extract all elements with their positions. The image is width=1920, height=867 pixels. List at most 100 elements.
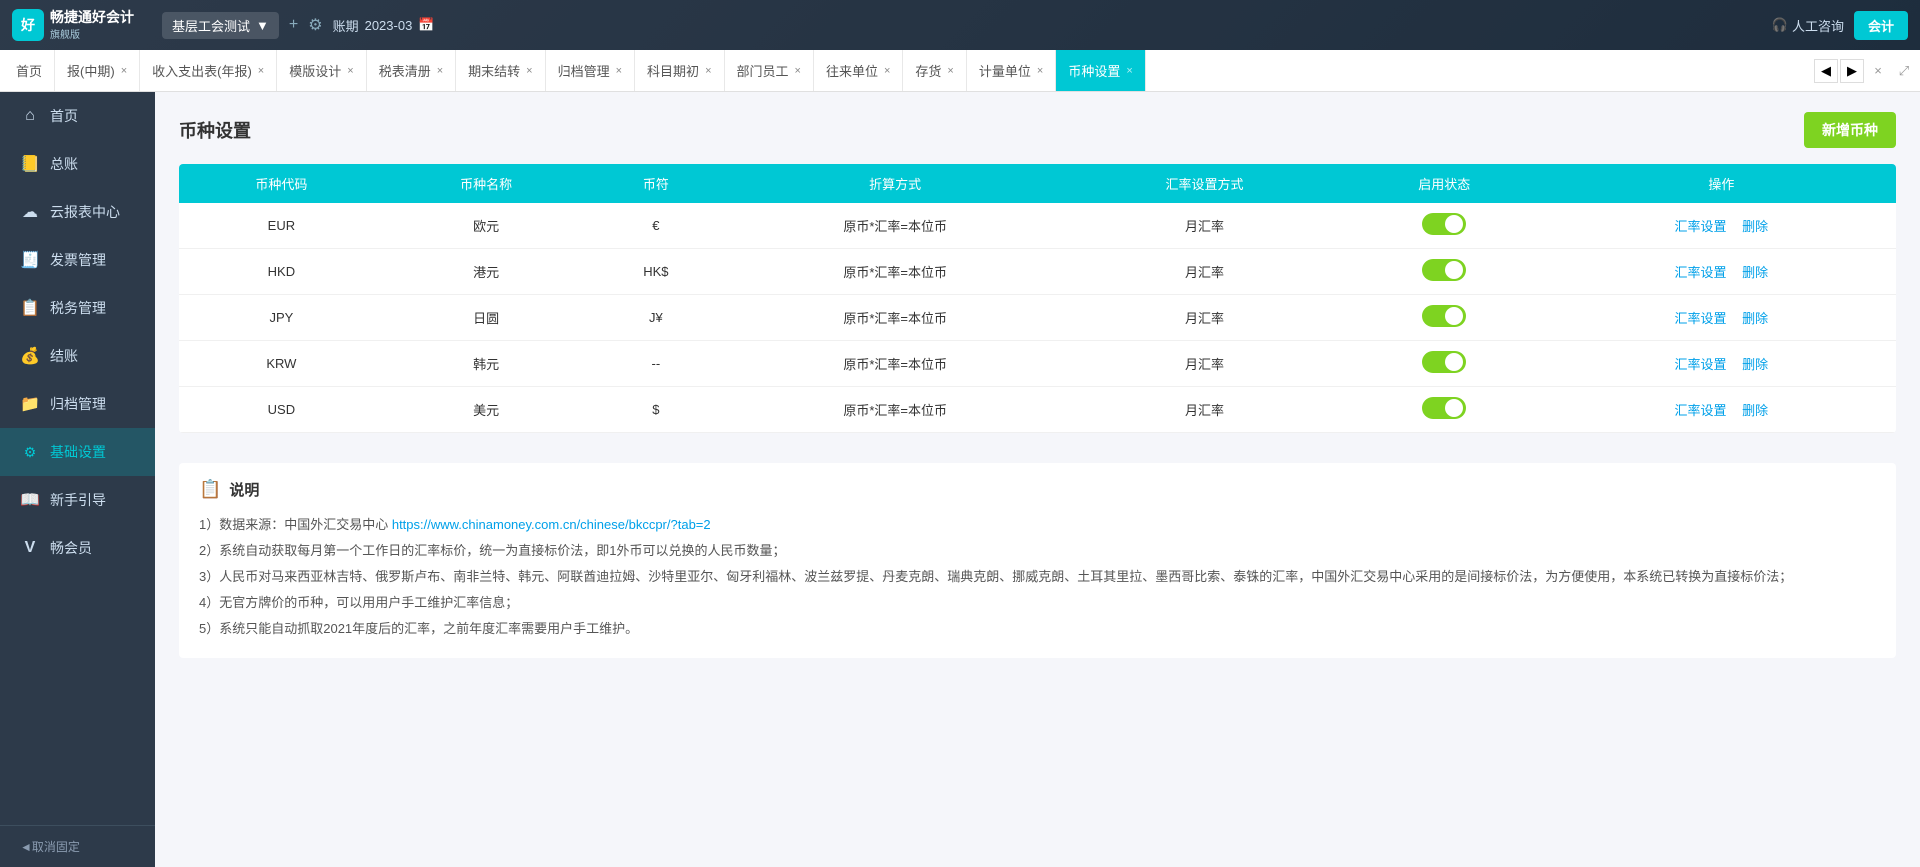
tab-income[interactable]: 收入支出表(年报) × (140, 50, 277, 92)
cell-code: EUR (179, 203, 384, 249)
cell-toggle[interactable] (1342, 203, 1547, 249)
tab-subject[interactable]: 科目期初 × (635, 50, 724, 92)
delete-link[interactable]: 删除 (1742, 265, 1768, 280)
cell-method: 原币*汇率=本位币 (723, 341, 1067, 387)
tab-inventory[interactable]: 存货 × (903, 50, 966, 92)
notes-icon: 📋 (199, 479, 221, 500)
tab-close-all-button[interactable]: × (1866, 59, 1890, 83)
cell-method: 原币*汇率=本位币 (723, 387, 1067, 433)
table-row: JPY 日圆 J¥ 原币*汇率=本位币 月汇率 汇率设置 删除 (179, 295, 1896, 341)
cell-symbol: HK$ (589, 249, 724, 295)
tab-dept-close[interactable]: × (795, 65, 801, 77)
cell-name: 欧元 (384, 203, 589, 249)
cell-actions: 汇率设置 删除 (1547, 341, 1896, 387)
tab-tax-close[interactable]: × (437, 65, 443, 77)
tab-tax[interactable]: 税表清册 × (367, 50, 456, 92)
tab-report-mid-close[interactable]: × (121, 65, 127, 77)
rate-setting-link[interactable]: 汇率设置 (1675, 403, 1727, 418)
tab-inventory-close[interactable]: × (947, 65, 953, 77)
sidebar-invoice-label: 发票管理 (50, 250, 106, 270)
cell-name: 美元 (384, 387, 589, 433)
sidebar-item-ledger[interactable]: 📒 总账 (0, 140, 155, 188)
tab-prev-button[interactable]: ◀ (1814, 59, 1838, 83)
delete-link[interactable]: 删除 (1742, 403, 1768, 418)
cell-toggle[interactable] (1342, 341, 1547, 387)
rate-setting-link[interactable]: 汇率设置 (1675, 357, 1727, 372)
tab-next-button[interactable]: ▶ (1840, 59, 1864, 83)
tab-income-close[interactable]: × (258, 65, 264, 77)
cell-toggle[interactable] (1342, 249, 1547, 295)
sidebar-item-tax[interactable]: 📋 税务管理 (0, 284, 155, 332)
tab-expand-button[interactable]: ⤢ (1892, 59, 1916, 83)
toggle-enabled[interactable] (1422, 351, 1466, 373)
notes-link[interactable]: https://www.chinamoney.com.cn/chinese/bk… (392, 517, 711, 532)
table-body: EUR 欧元 € 原币*汇率=本位币 月汇率 汇率设置 删除 HKD 港元 HK… (179, 203, 1896, 433)
rate-setting-link[interactable]: 汇率设置 (1675, 265, 1727, 280)
sidebar-item-home[interactable]: ⌂ 首页 (0, 92, 155, 140)
tab-home[interactable]: 首页 (4, 50, 55, 92)
tab-period-end[interactable]: 期末结转 × (456, 50, 545, 92)
tab-template-close[interactable]: × (347, 65, 353, 77)
calendar-icon[interactable]: 📅 (418, 17, 434, 33)
delete-link[interactable]: 删除 (1742, 219, 1768, 234)
help-label: 人工咨询 (1792, 16, 1844, 35)
period-value: 2023-03 (365, 18, 413, 33)
sidebar-item-vip[interactable]: V 畅会员 (0, 524, 155, 572)
add-tab-icon[interactable]: + (289, 16, 298, 34)
th-symbol: 币符 (589, 164, 724, 203)
cell-actions: 汇率设置 删除 (1547, 203, 1896, 249)
notes-item: 4）无官方牌价的币种，可以用用户手工维护汇率信息； (199, 590, 1876, 616)
sidebar-vip-label: 畅会员 (50, 538, 92, 558)
sidebar-item-invoice[interactable]: 🧾 发票管理 (0, 236, 155, 284)
tab-archive-close[interactable]: × (616, 65, 622, 77)
th-name: 币种名称 (384, 164, 589, 203)
tab-archive[interactable]: 归档管理 × (546, 50, 635, 92)
toggle-enabled[interactable] (1422, 213, 1466, 235)
sidebar-item-archive[interactable]: 📁 归档管理 (0, 380, 155, 428)
tab-tax-label: 税表清册 (379, 61, 431, 80)
cell-symbol: J¥ (589, 295, 724, 341)
delete-link[interactable]: 删除 (1742, 311, 1768, 326)
sidebar-item-reports[interactable]: ☁ 云报表中心 (0, 188, 155, 236)
logo-icon: 好 (12, 9, 44, 41)
toggle-enabled[interactable] (1422, 259, 1466, 281)
toggle-enabled[interactable] (1422, 397, 1466, 419)
sidebar-item-guide[interactable]: 📖 新手引导 (0, 476, 155, 524)
tab-subject-close[interactable]: × (705, 65, 711, 77)
account-button[interactable]: 会计 (1854, 11, 1908, 40)
rate-setting-link[interactable]: 汇率设置 (1675, 311, 1727, 326)
project-name: 基层工会测试 (172, 16, 250, 35)
tab-dept[interactable]: 部门员工 × (725, 50, 814, 92)
sidebar-item-basic[interactable]: ⚙ 基础设置 (0, 428, 155, 476)
period-display: 账期 2023-03 📅 (333, 16, 435, 35)
cell-toggle[interactable] (1342, 295, 1547, 341)
toggle-enabled[interactable] (1422, 305, 1466, 327)
cell-rate-type: 月汇率 (1067, 203, 1342, 249)
tab-unit[interactable]: 计量单位 × (967, 50, 1056, 92)
tab-period-end-close[interactable]: × (526, 65, 532, 77)
sidebar-item-settlement[interactable]: 💰 结账 (0, 332, 155, 380)
tab-customer[interactable]: 往来单位 × (814, 50, 903, 92)
project-selector[interactable]: 基层工会测试 ▼ (162, 12, 279, 39)
logo-text-block: 畅捷通好会计 旗舰版 (50, 9, 134, 41)
tab-report-mid[interactable]: 报(中期) × (55, 50, 140, 92)
sidebar-pin-button[interactable]: ◄取消固定 (0, 825, 155, 867)
new-currency-button[interactable]: 新增币种 (1804, 112, 1896, 148)
archive-icon: 📁 (20, 394, 40, 414)
sidebar: ⌂ 首页 📒 总账 ☁ 云报表中心 🧾 发票管理 📋 税务管理 💰 结账 📁 归… (0, 92, 155, 867)
table-row: KRW 韩元 -- 原币*汇率=本位币 月汇率 汇率设置 删除 (179, 341, 1896, 387)
pin-label: ◄取消固定 (20, 838, 80, 855)
cell-toggle[interactable] (1342, 387, 1547, 433)
tab-customer-close[interactable]: × (884, 65, 890, 77)
tab-currency-close[interactable]: × (1126, 65, 1132, 77)
tab-template[interactable]: 模版设计 × (277, 50, 366, 92)
tab-unit-close[interactable]: × (1037, 65, 1043, 77)
settings-icon[interactable]: ⚙ (308, 15, 322, 35)
tab-currency[interactable]: 币种设置 × (1056, 50, 1145, 92)
delete-link[interactable]: 删除 (1742, 357, 1768, 372)
rate-setting-link[interactable]: 汇率设置 (1675, 219, 1727, 234)
cell-rate-type: 月汇率 (1067, 249, 1342, 295)
cell-symbol: € (589, 203, 724, 249)
help-button[interactable]: 🎧 人工咨询 (1772, 16, 1844, 35)
notes-title-row: 📋 说明 (199, 479, 1876, 500)
